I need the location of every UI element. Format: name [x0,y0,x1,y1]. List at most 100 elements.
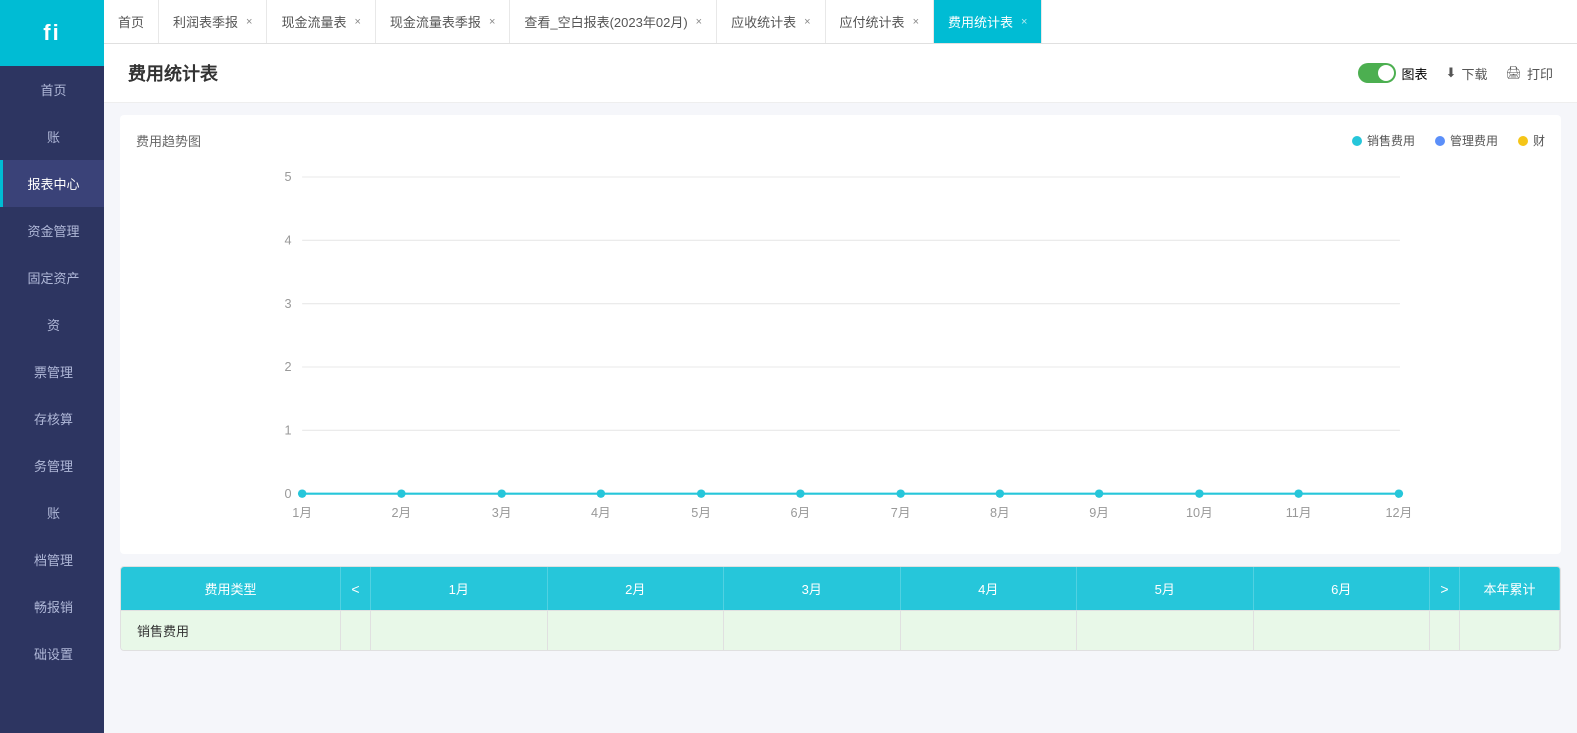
svg-text:0: 0 [285,487,292,501]
svg-text:4月: 4月 [591,506,611,520]
page-header: 费用统计表 图表 ⬇ 下载 🖨 打印 [104,44,1577,103]
legend-dot-mgmt [1435,136,1445,146]
chart-dot [298,489,306,497]
svg-text:3: 3 [285,297,292,311]
sidebar-item-writeoff[interactable]: 畅报销 [0,583,104,630]
chart-dot [697,489,705,497]
td-month-4 [901,611,1078,650]
sidebar-logo: fi [0,0,104,66]
chart-toggle-label: 图表 [1402,64,1428,83]
table-header: 费用类型 < 1月 2月 3月 4月 5月 6月 > 本年累计 [121,567,1560,610]
th-month-5: 5月 [1077,567,1254,610]
page-title: 费用统计表 [128,60,218,86]
tab-bar: 首页 利润表季报 × 现金流量表 × 现金流量表季报 × 查看_空白报表(202… [104,0,1577,44]
chart-dot [1395,489,1403,497]
tab-close-expense[interactable]: × [1021,16,1027,28]
legend-dot-finance [1518,136,1528,146]
svg-text:6月: 6月 [791,506,811,520]
td-scroll-space [341,611,371,650]
chart-dot [796,489,804,497]
th-month-1: 1月 [371,567,548,610]
td-type-sales: 销售费用 [121,611,341,650]
td-month-2 [548,611,725,650]
legend-finance: 财 [1518,132,1545,149]
td-month-6 [1254,611,1431,650]
sidebar-item-archive[interactable]: 档管理 [0,536,104,583]
main-area: 首页 利润表季报 × 现金流量表 × 现金流量表季报 × 查看_空白报表(202… [104,0,1577,733]
th-month-6: 6月 [1254,567,1431,610]
chart-toggle-wrap: 图表 [1358,63,1428,83]
sidebar-item-invoice[interactable]: 票管理 [0,348,104,395]
chart-dot [1294,489,1302,497]
tab-close-cashflow-q[interactable]: × [489,16,495,28]
td-month-5 [1077,611,1254,650]
svg-text:11月: 11月 [1286,506,1312,520]
sidebar-item-funds[interactable]: 资金管理 [0,207,104,254]
download-button[interactable]: ⬇ 下载 [1446,64,1488,83]
chart-dot [597,489,605,497]
legend-dot-sales [1352,136,1362,146]
svg-text:9月: 9月 [1089,506,1109,520]
tab-close-blank[interactable]: × [696,16,702,28]
sidebar-item-reports[interactable]: 报表中心 [0,160,104,207]
chart-title: 费用趋势图 [136,131,201,150]
line-chart-svg: 5 4 3 2 1 0 [136,158,1545,538]
sidebar-item-assets[interactable]: 固定资产 [0,254,104,301]
th-total: 本年累计 [1460,567,1560,610]
tab-cashflow[interactable]: 现金流量表 × [267,0,375,44]
tab-cashflow-q[interactable]: 现金流量表季报 × [376,0,510,44]
tab-home[interactable]: 首页 [104,0,159,44]
tab-payable-stat[interactable]: 应付统计表 × [826,0,934,44]
sidebar-item-service[interactable]: 务管理 [0,442,104,489]
sidebar-item-ledger[interactable]: 账 [0,113,104,160]
th-type: 费用类型 [121,567,341,610]
print-button[interactable]: 🖨 打印 [1505,64,1553,83]
chart-toggle[interactable] [1358,63,1396,83]
svg-text:4: 4 [285,234,292,248]
legend-mgmt: 管理费用 [1435,132,1498,149]
tab-close-profit[interactable]: × [246,16,252,28]
chart-dot [1095,489,1103,497]
content-area: 费用统计表 图表 ⬇ 下载 🖨 打印 费用趋势图 [104,44,1577,733]
tab-close-cashflow[interactable]: × [354,16,360,28]
sidebar-item-settings[interactable]: 础设置 [0,630,104,677]
sidebar-item-home[interactable]: 首页 [0,66,104,113]
tab-close-receivable[interactable]: × [804,16,810,28]
svg-text:8月: 8月 [990,506,1010,520]
chart-dot [397,489,405,497]
chart-legend: 销售费用 管理费用 财 [1352,132,1545,149]
svg-text:12月: 12月 [1386,506,1413,520]
td-month-3 [724,611,901,650]
tab-receivable-stat[interactable]: 应收统计表 × [717,0,825,44]
svg-text:3月: 3月 [492,506,512,520]
tab-profit[interactable]: 利润表季报 × [159,0,267,44]
td-scroll-space2 [1430,611,1460,650]
header-actions: 图表 ⬇ 下载 🖨 打印 [1358,63,1553,83]
th-scroll-prev[interactable]: < [341,567,371,610]
print-icon: 🖨 [1505,65,1522,81]
sidebar-item-inventory[interactable]: 存核算 [0,395,104,442]
chart-section: 费用趋势图 销售费用 管理费用 财 [120,115,1561,554]
svg-text:1: 1 [285,424,292,438]
tab-expense-stat[interactable]: 费用统计表 × [934,0,1042,44]
chart-dot [1195,489,1203,497]
download-icon: ⬇ [1446,65,1457,81]
legend-sales: 销售费用 [1352,132,1415,149]
th-month-4: 4月 [901,567,1078,610]
td-total [1460,611,1560,650]
sidebar-item-salary[interactable]: 资 [0,301,104,348]
chart-header: 费用趋势图 销售费用 管理费用 财 [136,131,1545,150]
table-row-sales: 销售费用 [121,610,1560,650]
svg-text:2月: 2月 [392,506,412,520]
th-scroll-next[interactable]: > [1430,567,1460,610]
sidebar-item-receivable[interactable]: 账 [0,489,104,536]
tab-blank-view[interactable]: 查看_空白报表(2023年02月) × [510,0,717,44]
svg-text:1月: 1月 [292,506,312,520]
tab-close-payable[interactable]: × [913,16,919,28]
svg-text:5月: 5月 [691,506,711,520]
chart-dot [896,489,904,497]
td-month-1 [371,611,548,650]
th-month-2: 2月 [548,567,725,610]
svg-text:5: 5 [285,170,292,184]
chart-dot [996,489,1004,497]
